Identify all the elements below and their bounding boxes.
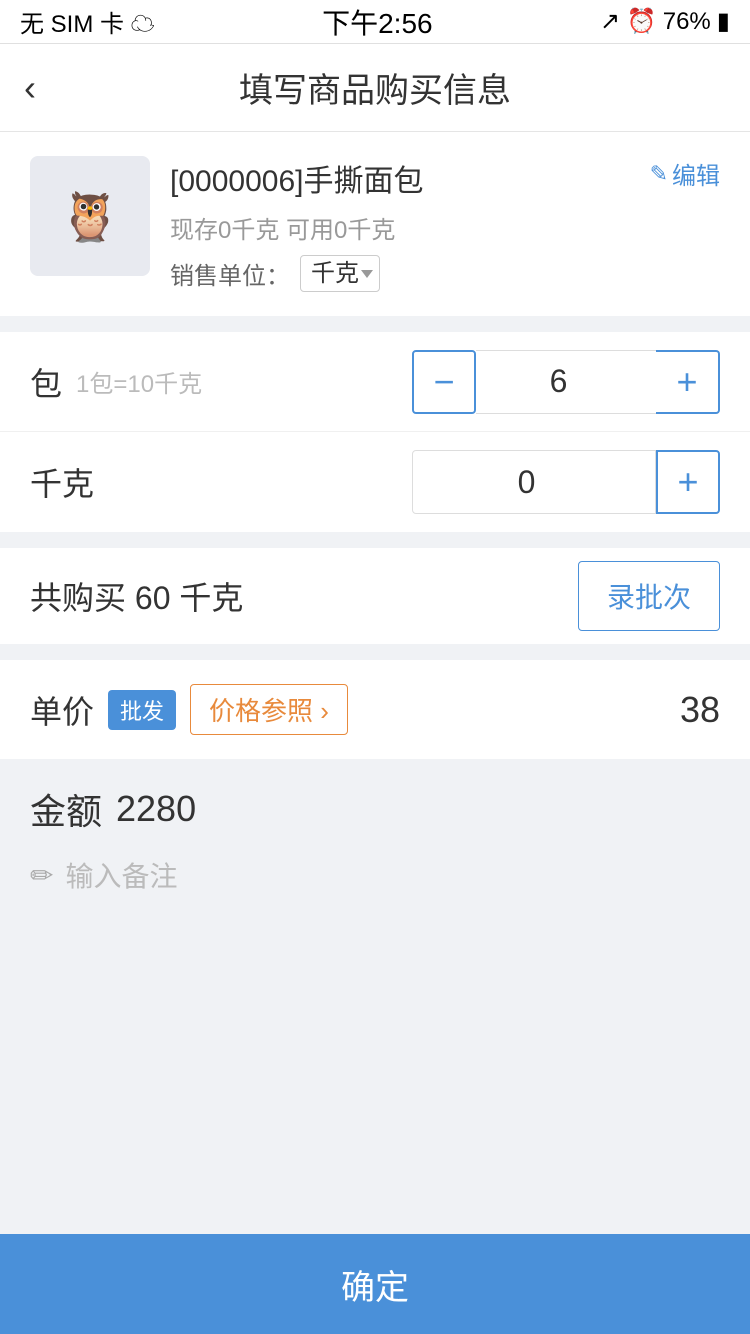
amount-row: 金额 2280 — [30, 783, 720, 835]
content-area: 🦉 [0000006]手撕面包 ✎ 编辑 现存0千克 可用0千克 销售单位： 千… — [0, 132, 750, 1215]
amount-value: 2280 — [116, 788, 196, 830]
bao-plus-button[interactable]: + — [656, 350, 720, 414]
product-unit-row: 销售单位： 千克 包 — [170, 255, 720, 292]
bao-row: 包 1包=10千克 − + — [0, 332, 750, 432]
quantity-section: 包 1包=10千克 − + 千克 + — [0, 332, 750, 532]
unit-label: 销售单位： — [170, 256, 290, 291]
battery-icon: ▮ — [717, 7, 730, 36]
page-title: 填写商品购买信息 — [239, 63, 511, 112]
edit-button[interactable]: ✎ 编辑 — [650, 156, 720, 191]
product-header: [0000006]手撕面包 ✎ 编辑 — [170, 156, 720, 200]
bao-quantity-control: − + — [412, 350, 720, 414]
product-name: [0000006]手撕面包 — [170, 156, 650, 200]
amount-label: 金额 — [30, 783, 102, 835]
status-bar: 无 SIM 卡 ☁ 下午2:56 ↗ ⏰ 76% ▮ — [0, 0, 750, 44]
back-button[interactable]: ‹ — [24, 67, 36, 109]
confirm-bar[interactable]: 确定 — [0, 1234, 750, 1334]
bao-hint: 1包=10千克 — [76, 364, 412, 399]
nav-bar: ‹ 填写商品购买信息 — [0, 44, 750, 132]
kg-plus-button[interactable]: + — [656, 450, 720, 514]
price-row: 单价 批发 价格参照 › 38 — [30, 684, 720, 735]
product-card: 🦉 [0000006]手撕面包 ✎ 编辑 现存0千克 可用0千克 销售单位： 千… — [0, 132, 750, 316]
summary-section: 共购买 60 千克 录批次 — [0, 548, 750, 644]
status-time: 下午2:56 — [322, 2, 433, 42]
price-section: 单价 批发 价格参照 › 38 — [0, 660, 750, 759]
price-label: 单价 — [30, 687, 94, 733]
confirm-button[interactable]: 确定 — [341, 1260, 409, 1309]
remark-placeholder: 输入备注 — [65, 855, 177, 895]
amount-section: 金额 2280 ✏ 输入备注 — [0, 759, 750, 915]
status-left: 无 SIM 卡 ☁ — [20, 4, 155, 39]
bao-minus-button[interactable]: − — [412, 350, 476, 414]
kg-label: 千克 — [30, 459, 94, 505]
summary-text: 共购买 60 千克 — [30, 573, 243, 619]
kg-quantity-input[interactable] — [412, 450, 656, 514]
product-stock: 现存0千克 可用0千克 — [170, 210, 720, 245]
sim-status: 无 SIM 卡 ☁ — [20, 4, 155, 39]
product-info: [0000006]手撕面包 ✎ 编辑 现存0千克 可用0千克 销售单位： 千克 … — [170, 156, 720, 292]
batch-button[interactable]: 录批次 — [578, 561, 720, 631]
product-logo-icon: 🦉 — [60, 188, 120, 245]
bao-quantity-input[interactable] — [476, 350, 656, 414]
edit-icon: ✎ — [650, 161, 668, 187]
status-icons: ↗ ⏰ — [600, 7, 657, 36]
price-value: 38 — [680, 689, 720, 731]
battery-level: 76% — [663, 8, 711, 36]
unit-select[interactable]: 千克 包 — [300, 255, 380, 292]
kg-row: 千克 + — [0, 432, 750, 532]
batch-tag: 批发 — [108, 690, 176, 730]
remark-row[interactable]: ✏ 输入备注 — [30, 855, 720, 895]
remark-icon: ✏ — [30, 859, 53, 892]
status-right: ↗ ⏰ 76% ▮ — [600, 7, 730, 36]
product-image: 🦉 — [30, 156, 150, 276]
kg-quantity-control: + — [412, 450, 720, 514]
edit-label: 编辑 — [672, 156, 720, 191]
price-ref-button[interactable]: 价格参照 › — [190, 684, 348, 735]
bao-label: 包 — [30, 359, 62, 405]
spacer — [0, 915, 750, 1215]
